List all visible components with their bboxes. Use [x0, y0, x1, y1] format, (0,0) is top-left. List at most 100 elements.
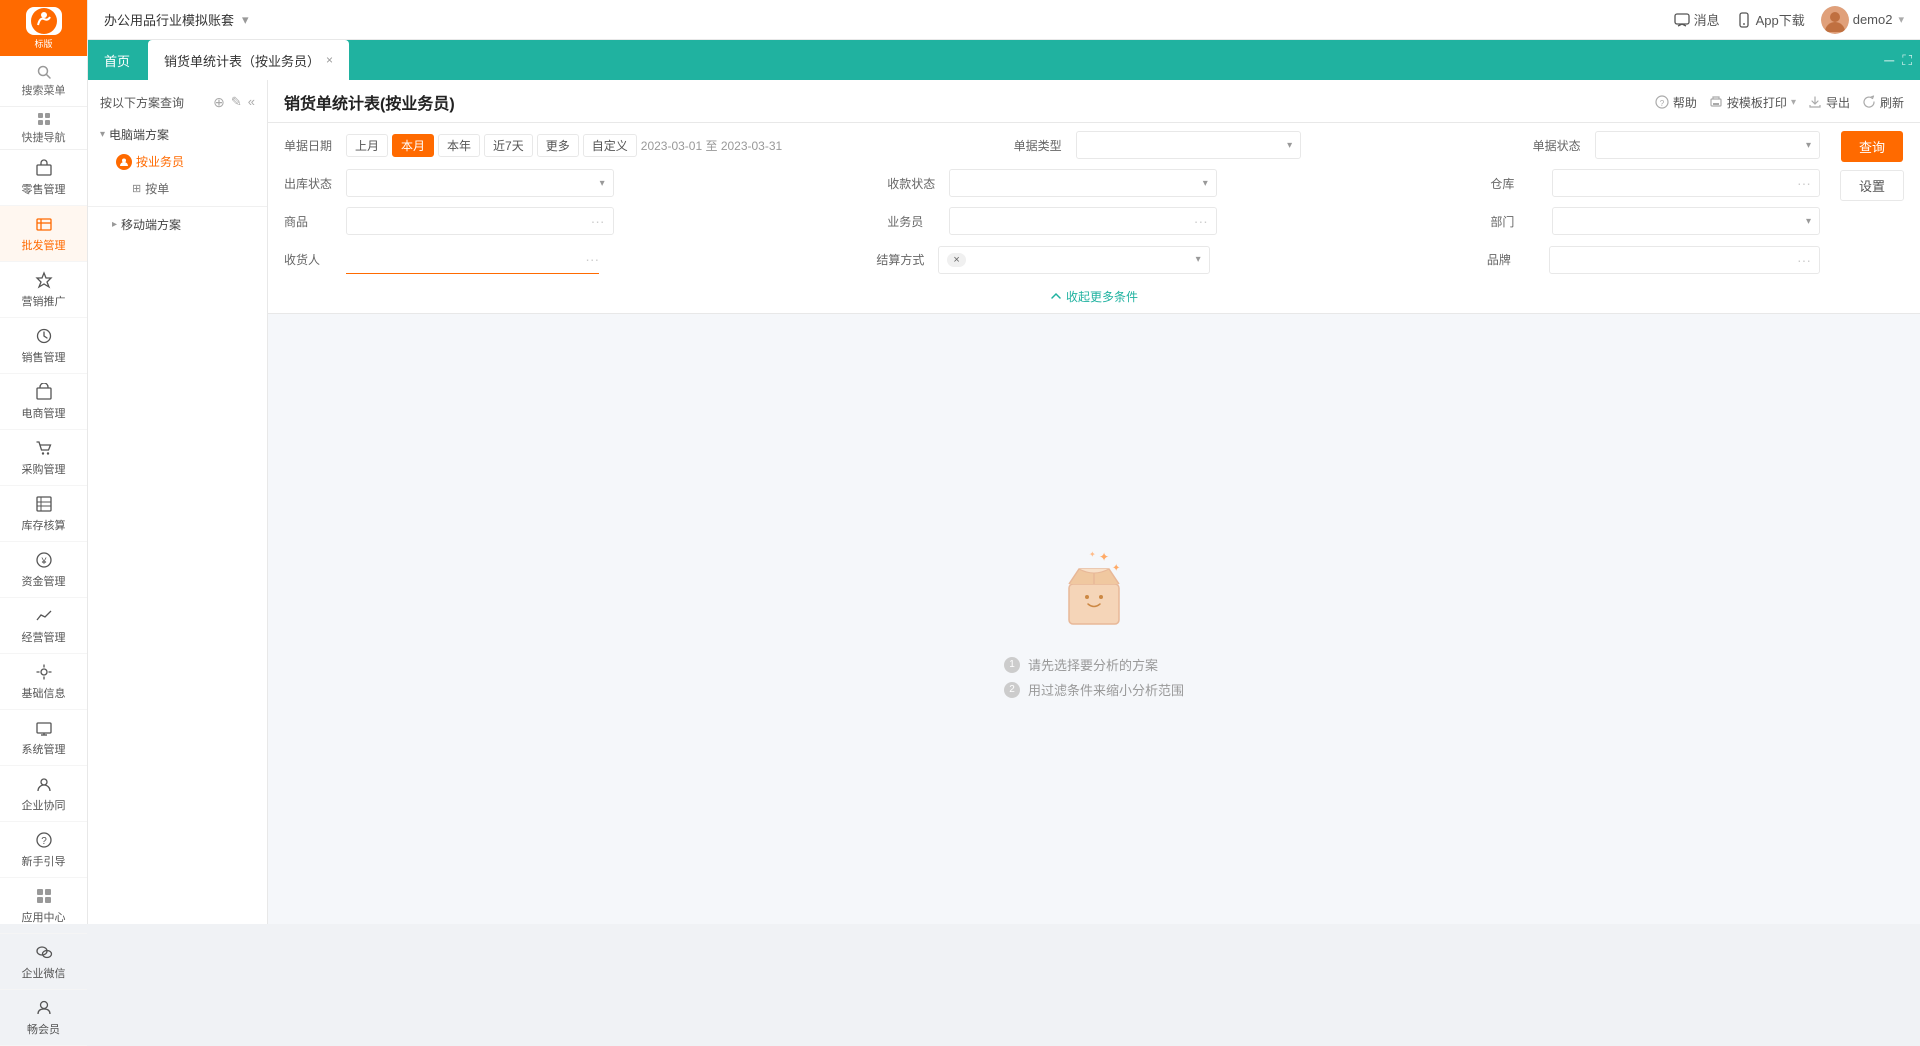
pc-scheme-toggle[interactable]: ▾ 电脑端方案	[88, 121, 267, 148]
sidebar-item-sales[interactable]: 销售管理	[0, 318, 87, 374]
settings-button[interactable]: 设置	[1840, 170, 1904, 201]
salesperson-select[interactable]: ···	[949, 207, 1217, 235]
message-btn[interactable]: 消息	[1674, 10, 1720, 29]
warehouse-label: 仓库	[1490, 175, 1540, 192]
sidebar-item-retail[interactable]: 零售管理	[0, 150, 87, 206]
add-scheme-btn[interactable]: ⊕	[213, 94, 225, 111]
date-btn-7days[interactable]: 近7天	[484, 134, 533, 157]
tree-sub-child-order[interactable]: ⊞ 按单	[88, 175, 267, 202]
avatar	[1821, 6, 1849, 34]
export-btn[interactable]: 导出	[1808, 94, 1850, 111]
app-download-btn[interactable]: App下载	[1736, 10, 1805, 29]
member-icon	[34, 998, 54, 1018]
sidebar-item-apps[interactable]: 应用中心	[0, 878, 87, 934]
sidebar-item-system[interactable]: 系统管理	[0, 710, 87, 766]
sidebar-item-marketing[interactable]: 营销推广	[0, 262, 87, 318]
left-panel: 按以下方案查询 ⊕ ✎ « ▾ 电脑端方案	[88, 80, 268, 924]
tree-child-salesperson[interactable]: 按业务员	[88, 148, 267, 175]
svg-text:?: ?	[1660, 99, 1665, 108]
date-btn-this-month[interactable]: 本月	[392, 134, 434, 157]
collapse-panel-btn[interactable]: «	[248, 94, 255, 111]
edit-scheme-btn[interactable]: ✎	[231, 94, 242, 111]
topbar-left: 办公用品行业模拟账套 ▾	[104, 10, 249, 29]
sidebar-item-ecommerce[interactable]: 电商管理	[0, 374, 87, 430]
export-label: 导出	[1826, 94, 1850, 111]
tab-minimize-btn[interactable]: ─	[1884, 52, 1894, 68]
sidebar-item-purchase[interactable]: 采购管理	[0, 430, 87, 486]
newbie-icon: ?	[34, 830, 54, 850]
doc-status-select[interactable]: ▾	[1595, 131, 1820, 159]
payment-status-select[interactable]: ▾	[949, 169, 1217, 197]
grid-icon: ⊞	[132, 182, 141, 195]
help-label: 帮助	[1673, 94, 1697, 111]
tip-1-text: 请先选择要分析的方案	[1028, 655, 1158, 674]
brand-dots[interactable]: ···	[1797, 252, 1811, 268]
tree-expand-icon: ▾	[100, 129, 105, 140]
svg-text:?: ?	[41, 836, 47, 847]
marketing-label: 营销推广	[22, 293, 66, 309]
user-btn[interactable]: demo2 ▾	[1821, 6, 1904, 34]
topbar-dropdown-arrow[interactable]: ▾	[242, 12, 249, 28]
receiver-input[interactable]	[346, 245, 581, 273]
sidebar-item-wholesale[interactable]: 批发管理	[0, 206, 87, 262]
svg-text:¥: ¥	[40, 556, 47, 566]
payment-method-select[interactable]: × ▾	[938, 246, 1209, 274]
left-panel-header: 按以下方案查询 ⊕ ✎ «	[88, 88, 267, 117]
tab-sales-stat[interactable]: 销货单统计表（按业务员） ×	[148, 40, 349, 80]
receiver-input-wrap: ···	[346, 245, 599, 274]
sidebar-item-finance[interactable]: ¥ 资金管理	[0, 542, 87, 598]
sidebar-item-newbie[interactable]: ? 新手引导	[0, 822, 87, 878]
search-menu[interactable]: 搜索菜单	[0, 56, 87, 107]
sidebar-item-basic[interactable]: 基础信息	[0, 654, 87, 710]
date-btn-custom[interactable]: 自定义	[583, 134, 637, 157]
quick-nav-label: 快捷导航	[22, 129, 66, 145]
payment-method-clear[interactable]: ×	[947, 253, 965, 267]
goods-dots[interactable]: ···	[591, 213, 605, 229]
order-scheme-label: 按单	[145, 180, 169, 197]
sales-icon	[34, 326, 54, 346]
tip-num-2: 2	[1004, 682, 1020, 698]
pc-scheme-node: ▾ 电脑端方案 按业务员 ⊞ 按单	[88, 121, 267, 202]
system-label: 系统管理	[22, 741, 66, 757]
empty-state: ✦ ✦ ✦ 1 请先选择要分析的方案	[1004, 539, 1184, 699]
warehouse-select[interactable]: ···	[1552, 169, 1820, 197]
filter-row-2: 出库状态 ▾ 收款状态 ▾	[284, 169, 1820, 197]
sidebar-item-wechat[interactable]: 企业微信	[0, 934, 87, 990]
tab-home[interactable]: 首页	[88, 40, 146, 80]
purchase-label: 采购管理	[22, 461, 66, 477]
warehouse-dots[interactable]: ···	[1797, 175, 1811, 191]
salesperson-active-icon	[116, 154, 132, 170]
retail-icon	[34, 158, 54, 178]
sidebar-item-corp[interactable]: 企业协同	[0, 766, 87, 822]
dept-select[interactable]: ▾	[1552, 207, 1820, 235]
help-btn[interactable]: ? 帮助	[1655, 94, 1697, 111]
brand-select[interactable]: ···	[1549, 246, 1820, 274]
stock-status-select[interactable]: ▾	[346, 169, 614, 197]
retail-label: 零售管理	[22, 181, 66, 197]
mobile-scheme-toggle[interactable]: ▸ 移动端方案	[88, 211, 267, 238]
print-btn[interactable]: 按模板打印 ▾	[1709, 94, 1796, 111]
receiver-dots[interactable]: ···	[585, 251, 599, 267]
query-button[interactable]: 查询	[1841, 131, 1903, 162]
date-btn-last-month[interactable]: 上月	[346, 134, 388, 157]
goods-select[interactable]: ···	[346, 207, 614, 235]
print-label: 按模板打印	[1727, 94, 1787, 111]
tree-expand-icon2: ▸	[112, 219, 117, 230]
tab-fullscreen-btn[interactable]: ⛶	[1902, 52, 1912, 69]
date-btn-more[interactable]: 更多	[537, 134, 579, 157]
quick-nav[interactable]: 快捷导航	[0, 107, 87, 150]
salesperson-dots[interactable]: ···	[1194, 213, 1208, 229]
sidebar-item-operations[interactable]: 经营管理	[0, 598, 87, 654]
print-dropdown-arrow: ▾	[1791, 97, 1796, 108]
wechat-icon	[34, 942, 54, 962]
sidebar-item-inventory[interactable]: 库存核算	[0, 486, 87, 542]
date-group: 上月 本月 本年 近7天 更多 自定义 2023-03-01 至 2023-03…	[346, 134, 782, 157]
tab-close-btn[interactable]: ×	[326, 53, 333, 67]
collapse-filters-btn[interactable]: 收起更多条件	[284, 288, 1904, 305]
sidebar-item-member[interactable]: 畅会员	[0, 990, 87, 1046]
date-btn-this-year[interactable]: 本年	[438, 134, 480, 157]
inventory-label: 库存核算	[22, 517, 66, 533]
doc-type-select[interactable]: ▾	[1076, 131, 1301, 159]
basic-label: 基础信息	[22, 685, 66, 701]
refresh-btn[interactable]: 刷新	[1862, 94, 1904, 111]
